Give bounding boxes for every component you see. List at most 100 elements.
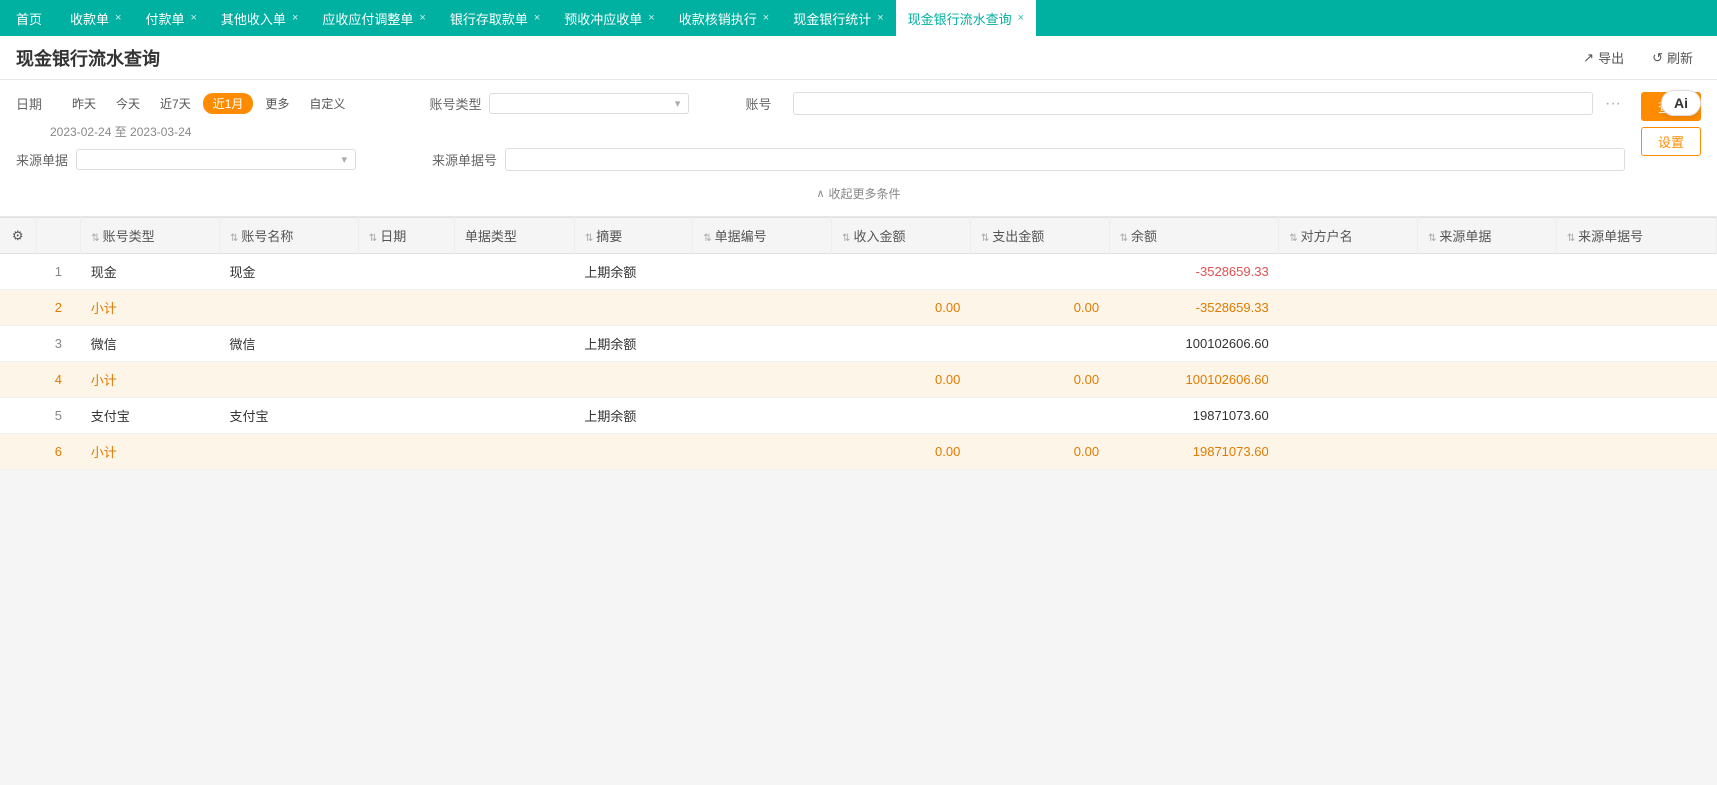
close-icon[interactable]: ×: [292, 12, 298, 24]
refresh-icon: ↺: [1652, 50, 1663, 66]
collapse-bar[interactable]: ∧ 收起更多条件: [16, 179, 1701, 204]
td-counterparty: [1279, 398, 1418, 434]
nav-tab-label: 收款核销执行: [679, 9, 757, 28]
table-row[interactable]: 4 小计 0.00 0.00 100102606.60: [0, 362, 1717, 398]
table-row[interactable]: 6 小计 0.00 0.00 19871073.60: [0, 434, 1717, 470]
td-doc-type: [454, 326, 574, 362]
nav-tab-stats[interactable]: 现金银行统计 ×: [781, 0, 895, 36]
account-text-input[interactable]: [802, 96, 1584, 111]
close-icon[interactable]: ×: [763, 12, 769, 24]
nav-tab-collection[interactable]: 收款核销执行 ×: [667, 0, 781, 36]
date-opt-yesterday[interactable]: 昨天: [64, 93, 104, 114]
td-account-name: 现金: [220, 254, 359, 290]
close-icon[interactable]: ×: [648, 12, 654, 24]
chevron-up-icon: ∧: [816, 187, 824, 200]
source-doc-num-label: 来源单据号: [432, 150, 497, 169]
close-icon[interactable]: ×: [115, 12, 121, 24]
table-header-row: ⚙ ⇅账号类型 ⇅账号名称 ⇅日期 单据类型 ⇅摘要 ⇅单据编号 ⇅收入金额 ⇅…: [0, 218, 1717, 254]
td-doc-num: [693, 254, 832, 290]
th-doc-num[interactable]: ⇅单据编号: [693, 218, 832, 254]
td-doc-num: [693, 398, 832, 434]
source-doc-select[interactable]: ▾: [76, 149, 356, 170]
td-income: 0.00: [832, 362, 971, 398]
account-label: 账号: [745, 94, 785, 113]
date-options: 昨天 今天 近7天 近1月 更多 自定义: [64, 93, 353, 114]
source-doc-num-text-input[interactable]: [514, 152, 1616, 167]
th-account-name[interactable]: ⇅账号名称: [220, 218, 359, 254]
th-balance[interactable]: ⇅余额: [1109, 218, 1279, 254]
td-gear: [0, 326, 36, 362]
th-summary[interactable]: ⇅摘要: [574, 218, 692, 254]
th-source-doc-num[interactable]: ⇅来源单据号: [1556, 218, 1716, 254]
nav-tab-label: 现金银行流水查询: [908, 9, 1012, 28]
table-row[interactable]: 1 现金 现金 上期余额 -3528659.33: [0, 254, 1717, 290]
td-summary: 上期余额: [574, 254, 692, 290]
td-counterparty: [1279, 290, 1418, 326]
ai-badge[interactable]: Ai: [1661, 90, 1701, 116]
date-opt-more[interactable]: 更多: [257, 93, 297, 114]
td-balance: 100102606.60: [1109, 362, 1279, 398]
td-doc-num: [693, 290, 832, 326]
table-row[interactable]: 3 微信 微信 上期余额 100102606.60: [0, 326, 1717, 362]
td-num: 2: [36, 290, 81, 326]
close-icon[interactable]: ×: [877, 12, 883, 24]
account-input[interactable]: [793, 92, 1593, 115]
td-source-doc: [1417, 434, 1556, 470]
td-num: 6: [36, 434, 81, 470]
td-date: [358, 290, 454, 326]
date-range-display: 2023-02-24 至 2023-03-24: [50, 125, 191, 139]
nav-home[interactable]: 首页: [0, 0, 58, 36]
close-icon[interactable]: ×: [190, 12, 196, 24]
source-doc-label: 来源单据: [16, 150, 68, 169]
th-income[interactable]: ⇅收入金额: [832, 218, 971, 254]
td-doc-num: [693, 326, 832, 362]
nav-tab-flow-query[interactable]: 现金银行流水查询 ×: [896, 0, 1036, 36]
th-gear[interactable]: ⚙: [0, 218, 36, 254]
nav-tab-label: 付款单: [145, 9, 184, 28]
nav-tab-adjustment[interactable]: 应收应付调整单 ×: [310, 0, 437, 36]
td-date: [358, 398, 454, 434]
td-account-type: 微信: [81, 326, 220, 362]
nav-tab-receipt[interactable]: 收款单 ×: [58, 0, 133, 36]
td-expense: [970, 254, 1109, 290]
th-date[interactable]: ⇅日期: [358, 218, 454, 254]
nav-tab-label: 银行存取款单: [450, 9, 528, 28]
account-type-select[interactable]: ▾: [489, 93, 689, 114]
nav-tab-prepaid[interactable]: 预收冲应收单 ×: [552, 0, 666, 36]
td-source-doc: [1417, 326, 1556, 362]
settings-button[interactable]: 设置: [1641, 127, 1701, 156]
export-button[interactable]: ↗ 导出: [1575, 44, 1632, 71]
chevron-down-icon-2: ▾: [341, 153, 347, 166]
nav-tab-payment[interactable]: 付款单 ×: [133, 0, 208, 36]
nav-tab-other-income[interactable]: 其他收入单 ×: [209, 0, 310, 36]
close-icon[interactable]: ×: [534, 12, 540, 24]
top-nav: 首页 收款单 × 付款单 × 其他收入单 × 应收应付调整单 × 银行存取款单 …: [0, 0, 1717, 36]
td-num: 3: [36, 326, 81, 362]
td-income: [832, 398, 971, 434]
td-summary: [574, 434, 692, 470]
table-container: ⚙ ⇅账号类型 ⇅账号名称 ⇅日期 单据类型 ⇅摘要 ⇅单据编号 ⇅收入金额 ⇅…: [0, 217, 1717, 470]
chevron-down-icon: ▾: [675, 97, 681, 110]
date-opt-custom[interactable]: 自定义: [301, 93, 353, 114]
td-gear: [0, 434, 36, 470]
table-row[interactable]: 5 支付宝 支付宝 上期余额 19871073.60: [0, 398, 1717, 434]
table-row[interactable]: 2 小计 0.00 0.00 -3528659.33: [0, 290, 1717, 326]
nav-tab-label: 其他收入单: [221, 9, 286, 28]
date-opt-7days[interactable]: 近7天: [152, 93, 199, 114]
nav-tab-bank-deposit[interactable]: 银行存取款单 ×: [438, 0, 552, 36]
th-expense[interactable]: ⇅支出金额: [970, 218, 1109, 254]
more-options-icon[interactable]: ···: [1601, 95, 1625, 113]
source-doc-num-input[interactable]: [505, 148, 1625, 171]
th-num: [36, 218, 81, 254]
th-counterparty[interactable]: ⇅对方户名: [1279, 218, 1418, 254]
th-source-doc[interactable]: ⇅来源单据: [1417, 218, 1556, 254]
close-icon[interactable]: ×: [419, 12, 425, 24]
td-doc-type: [454, 362, 574, 398]
date-opt-1month[interactable]: 近1月: [203, 93, 254, 114]
th-account-type[interactable]: ⇅账号类型: [81, 218, 220, 254]
close-icon[interactable]: ×: [1018, 12, 1024, 24]
td-source-doc-num: [1556, 326, 1716, 362]
page-header: 现金银行流水查询 ↗ 导出 ↺ 刷新: [0, 36, 1717, 80]
refresh-button[interactable]: ↺ 刷新: [1644, 44, 1701, 71]
date-opt-today[interactable]: 今天: [108, 93, 148, 114]
